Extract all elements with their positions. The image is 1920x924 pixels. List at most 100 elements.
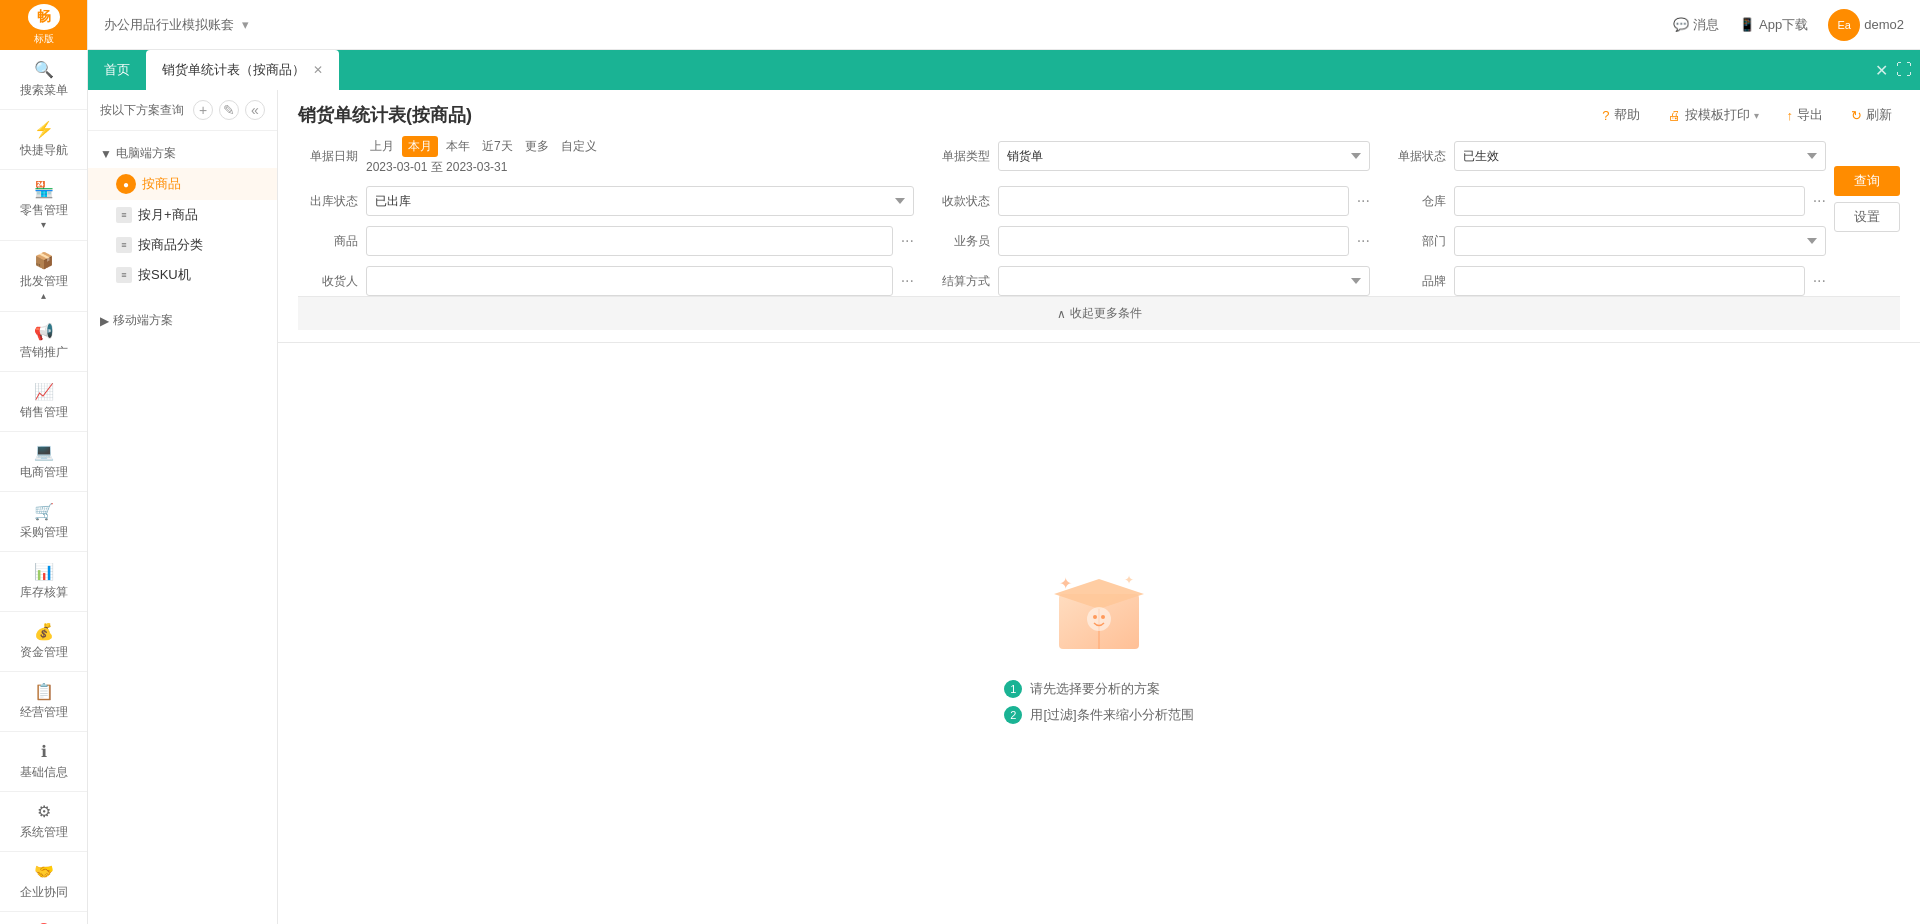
empty-state: ✦ ✦ 1 请先选择要分析的方案 2 用[过滤]条件来缩小分析范围 xyxy=(278,343,1920,924)
outstatus-select[interactable]: 已出库 xyxy=(366,186,914,216)
filter-date-field: 单据日期 上月 本月 本年 近7天 更多 自定义 xyxy=(298,136,914,176)
sidebar-item-basic[interactable]: ℹ 基础信息 xyxy=(0,732,87,792)
filter-docstatus-field: 单据状态 已生效 xyxy=(1386,141,1826,171)
date-picker: 上月 本月 本年 近7天 更多 自定义 2023-03-01 至 2023-03… xyxy=(366,136,914,176)
tree-item-by-month-product[interactable]: ≡ 按月+商品 xyxy=(88,200,277,230)
outstatus-label: 出库状态 xyxy=(298,193,358,210)
docstatus-label: 单据状态 xyxy=(1386,148,1446,165)
shortcut-year[interactable]: 本年 xyxy=(442,136,474,157)
refresh-button[interactable]: ↻ 刷新 xyxy=(1843,102,1900,128)
collectstatus-dots[interactable]: ··· xyxy=(1357,192,1370,210)
purchase-icon: 🛒 xyxy=(34,502,54,521)
date-shortcut-row: 上月 本月 本年 近7天 更多 自定义 xyxy=(366,136,914,157)
filter-staff-field: 业务员 ··· xyxy=(930,226,1370,256)
logo-icon: 畅 xyxy=(28,4,60,30)
top-header: 办公用品行业模拟账套 ▾ 💬 消息 📱 App下载 Ea demo2 xyxy=(88,0,1920,50)
empty-tip-2: 2 用[过滤]条件来缩小分析范围 xyxy=(1004,706,1193,724)
shortcut-custom[interactable]: 自定义 xyxy=(557,136,601,157)
warehouse-dots[interactable]: ··· xyxy=(1813,192,1826,210)
settings-button[interactable]: 设置 xyxy=(1834,202,1900,232)
print-button[interactable]: 🖨 按模板打印 ▾ xyxy=(1660,102,1767,128)
filter-dept-field: 部门 xyxy=(1386,226,1826,256)
tree-item-by-sku[interactable]: ≡ 按SKU机 xyxy=(88,260,277,290)
inventory-icon: 📊 xyxy=(34,562,54,581)
sidebar-item-search-menu[interactable]: 🔍 搜索菜单 xyxy=(0,50,87,110)
query-button[interactable]: 查询 xyxy=(1834,166,1900,196)
receiver-dots[interactable]: ··· xyxy=(901,272,914,290)
panel-collapse-button[interactable]: « xyxy=(245,100,265,120)
message-button[interactable]: 💬 消息 xyxy=(1673,16,1719,34)
product-dots[interactable]: ··· xyxy=(901,232,914,250)
sidebar-item-enterprise[interactable]: 🤝 企业协同 xyxy=(0,852,87,912)
filter-collectstatus-field: 收款状态 ··· xyxy=(930,186,1370,216)
date-label: 单据日期 xyxy=(298,148,358,165)
tree-section-mobile: ▶ 移动端方案 xyxy=(88,298,277,343)
tree-item-by-product[interactable]: ● 按商品 xyxy=(88,168,277,200)
header-left: 办公用品行业模拟账套 ▾ xyxy=(104,16,249,34)
filter-doctype-field: 单据类型 销货单 xyxy=(930,141,1370,171)
tab-fullscreen-icon[interactable]: ⛶ xyxy=(1896,61,1912,79)
staff-input[interactable] xyxy=(998,226,1349,256)
sidebar-item-quick-nav[interactable]: ⚡ 快捷导航 xyxy=(0,110,87,170)
brand-label: 品牌 xyxy=(1386,273,1446,290)
desktop-group-arrow: ▼ xyxy=(100,147,112,161)
sidebar-item-wholesale[interactable]: 📦 批发管理 ▴ xyxy=(0,241,87,312)
shortcut-more[interactable]: 更多 xyxy=(521,136,553,157)
sidebar-item-retail[interactable]: 🏪 零售管理 ▾ xyxy=(0,170,87,241)
staff-dots[interactable]: ··· xyxy=(1357,232,1370,250)
sidebar-item-ecommerce[interactable]: 💻 电商管理 xyxy=(0,432,87,492)
doctype-select[interactable]: 销货单 xyxy=(998,141,1370,171)
warehouse-input[interactable] xyxy=(1454,186,1805,216)
export-button[interactable]: ↑ 导出 xyxy=(1779,102,1832,128)
brand-dots[interactable]: ··· xyxy=(1813,272,1826,290)
sidebar-item-inventory[interactable]: 📊 库存核算 xyxy=(0,552,87,612)
marketing-icon: 📢 xyxy=(34,322,54,341)
tree-group-desktop[interactable]: ▼ 电脑端方案 xyxy=(88,139,277,168)
doctype-label: 单据类型 xyxy=(930,148,990,165)
tab-close-all-icon[interactable]: ✕ xyxy=(1875,61,1888,80)
right-panel: 销货单统计表(按商品) ? 帮助 🖨 按模板打印 ▾ ↑ xyxy=(278,90,1920,924)
empty-tip-1: 1 请先选择要分析的方案 xyxy=(1004,680,1193,698)
tab-report[interactable]: 销货单统计表（按商品） ✕ xyxy=(146,50,339,90)
tab-bar-right: ✕ ⛶ xyxy=(1875,61,1920,80)
sidebar-item-operations[interactable]: 📋 经营管理 xyxy=(0,672,87,732)
product-input[interactable] xyxy=(366,226,893,256)
collectstatus-input[interactable] xyxy=(998,186,1349,216)
dept-select[interactable] xyxy=(1454,226,1826,256)
tree-item-by-product-category[interactable]: ≡ 按商品分类 xyxy=(88,230,277,260)
collapse-arrow-icon: ∧ xyxy=(1057,307,1066,321)
panel-add-button[interactable]: + xyxy=(193,100,213,120)
sidebar-item-sales[interactable]: 📈 销售管理 xyxy=(0,372,87,432)
payment-select[interactable] xyxy=(998,266,1370,296)
shortcut-current-month[interactable]: 本月 xyxy=(402,136,438,157)
header-right: 💬 消息 📱 App下载 Ea demo2 xyxy=(1673,9,1904,41)
sidebar-item-system[interactable]: ⚙ 系统管理 xyxy=(0,792,87,852)
collapse-row[interactable]: ∧ 收起更多条件 xyxy=(298,296,1900,330)
app-download-button[interactable]: 📱 App下载 xyxy=(1739,16,1808,34)
user-menu[interactable]: Ea demo2 xyxy=(1828,9,1904,41)
brand-input[interactable] xyxy=(1454,266,1805,296)
filter-row-1: 单据日期 上月 本月 本年 近7天 更多 自定义 xyxy=(298,136,1826,176)
receiver-input[interactable] xyxy=(366,266,893,296)
by-sku-icon: ≡ xyxy=(116,267,132,283)
tab-report-close[interactable]: ✕ xyxy=(313,63,323,77)
help-icon: ? xyxy=(1602,108,1609,123)
breadcrumb-dropdown-icon[interactable]: ▾ xyxy=(242,17,249,32)
svg-text:✦: ✦ xyxy=(1059,575,1072,592)
sidebar-item-purchase[interactable]: 🛒 采购管理 xyxy=(0,492,87,552)
message-icon: 💬 xyxy=(1673,17,1689,32)
tree-group-mobile[interactable]: ▶ 移动端方案 xyxy=(88,306,277,335)
shortcut-7days[interactable]: 近7天 xyxy=(478,136,517,157)
sidebar-item-finance[interactable]: 💰 资金管理 xyxy=(0,612,87,672)
tab-home[interactable]: 首页 xyxy=(88,50,146,90)
help-button[interactable]: ? 帮助 xyxy=(1594,102,1647,128)
docstatus-select[interactable]: 已生效 xyxy=(1454,141,1826,171)
print-dropdown-icon[interactable]: ▾ xyxy=(1754,110,1759,121)
shortcut-last-month[interactable]: 上月 xyxy=(366,136,398,157)
panel-edit-button[interactable]: ✎ xyxy=(219,100,239,120)
sidebar-item-newbie[interactable]: 🎯 新手引导 xyxy=(0,912,87,924)
by-product-category-icon: ≡ xyxy=(116,237,132,253)
enterprise-icon: 🤝 xyxy=(34,862,54,881)
sidebar-item-marketing[interactable]: 📢 营销推广 xyxy=(0,312,87,372)
retail-icon: 🏪 xyxy=(34,180,54,199)
